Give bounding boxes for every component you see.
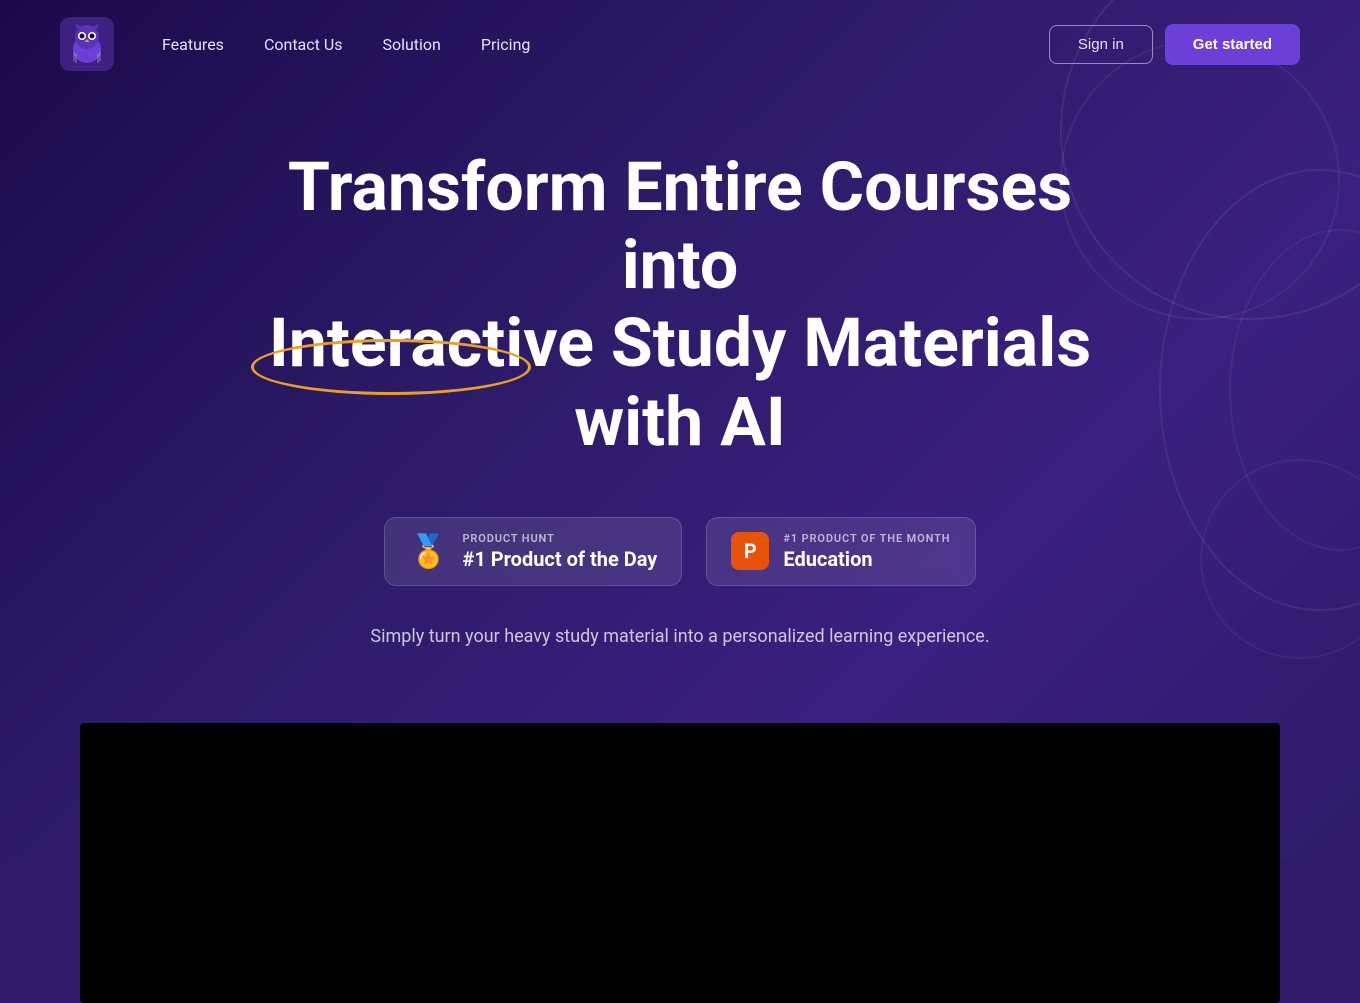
hero-title: Transform Entire Courses into Interactiv… <box>230 148 1130 461</box>
badge-product-hunt: 🏅 PRODUCT HUNT #1 Product of the Day <box>384 517 683 586</box>
nav-links: Features Contact Us Solution Pricing <box>162 35 530 54</box>
badge-pm-small-label: #1 PRODUCT OF THE MONTH <box>783 532 950 545</box>
hero-title-line2: Interactive Study Materials with AI <box>230 304 1130 460</box>
badge-ph-main-label: #1 Product of the Day <box>462 547 657 571</box>
nav-right: Sign in Get started <box>1049 24 1300 65</box>
nav-item-pricing[interactable]: Pricing <box>481 35 531 54</box>
nav-link-solution[interactable]: Solution <box>382 35 440 54</box>
navbar: Features Contact Us Solution Pricing Sig… <box>0 0 1360 88</box>
hero-subtitle: Simply turn your heavy study material in… <box>370 626 989 647</box>
highlight-word: Interactive <box>269 304 594 382</box>
nav-left: Features Contact Us Solution Pricing <box>60 17 530 71</box>
hero-title-rest: Study Materials with AI <box>574 303 1091 461</box>
badge-pm-main-label: Education <box>783 547 872 571</box>
nav-link-contact[interactable]: Contact Us <box>264 35 343 54</box>
nav-item-features[interactable]: Features <box>162 35 224 54</box>
badge-pm-text: #1 PRODUCT OF THE MONTH Education <box>783 532 950 571</box>
product-month-icon: P <box>731 532 769 570</box>
getstarted-button[interactable]: Get started <box>1165 24 1300 65</box>
badge-product-hunt-text: PRODUCT HUNT #1 Product of the Day <box>462 532 657 571</box>
hero-section: Transform Entire Courses into Interactiv… <box>0 88 1360 723</box>
nav-item-contact[interactable]: Contact Us <box>264 35 343 54</box>
nav-link-pricing[interactable]: Pricing <box>481 35 531 54</box>
logo[interactable] <box>60 17 114 71</box>
nav-item-solution[interactable]: Solution <box>382 35 440 54</box>
nav-link-features[interactable]: Features <box>162 35 224 54</box>
signin-button[interactable]: Sign in <box>1049 25 1153 64</box>
hero-title-line1: Transform Entire Courses into <box>230 148 1130 304</box>
product-hunt-icon: 🏅 <box>409 532 449 570</box>
badge-row: 🏅 PRODUCT HUNT #1 Product of the Day P #… <box>384 517 977 586</box>
badge-ph-small-label: PRODUCT HUNT <box>462 532 554 545</box>
video-container[interactable] <box>80 723 1280 1003</box>
badge-product-month: P #1 PRODUCT OF THE MONTH Education <box>706 517 976 586</box>
highlight-text: Interactive <box>269 303 594 383</box>
